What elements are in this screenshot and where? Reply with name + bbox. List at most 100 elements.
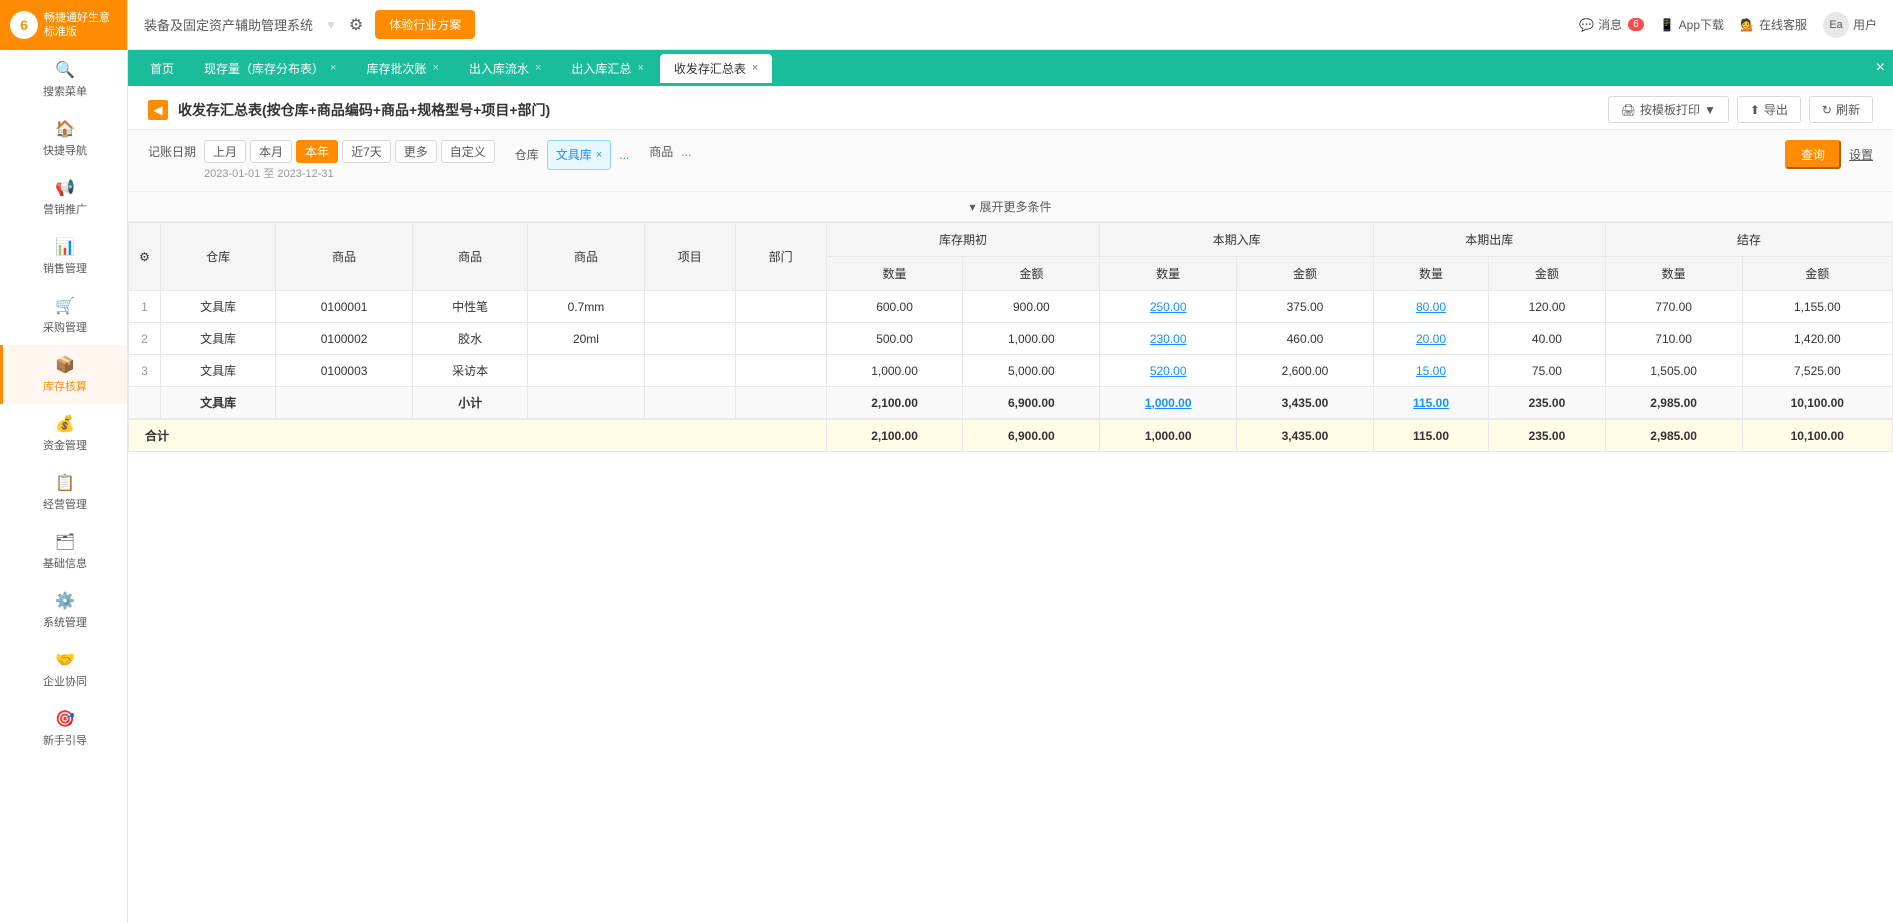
row-in-qty[interactable]: 250.00 [1100, 291, 1237, 323]
row-name: 采访本 [413, 355, 528, 387]
row-out-qty[interactable]: 80.00 [1373, 291, 1488, 323]
expand-arrow-icon: ▾ [969, 200, 975, 214]
tab-summary[interactable]: 出入库汇总× [557, 54, 657, 83]
row-out-qty[interactable]: 115.00 [1373, 387, 1488, 420]
main-area: 装备及固定资产辅助管理系统 ▼ ⚙ 体验行业方案 💬 消息 6 📱 App下载 … [128, 0, 1893, 923]
warehouse-tag-close[interactable]: × [596, 143, 602, 167]
expand-more-btn[interactable]: ▾ 展开更多条件 [969, 198, 1051, 215]
row-code [276, 387, 413, 420]
tab-close-batch[interactable]: × [432, 62, 438, 74]
tab-inventory-dist[interactable]: 现存量（库存分布表） × [190, 54, 350, 83]
sidebar-item-search[interactable]: 🔍搜索菜单 [0, 50, 127, 109]
sidebar-logo: 6 畅捷通好生意 标准版 [0, 0, 127, 50]
sidebar-item-operations[interactable]: 📋经营管理 [0, 463, 127, 522]
row-num-2: 3 [129, 355, 161, 387]
row-in-amt: 460.00 [1237, 323, 1374, 355]
sidebar-item-purchase[interactable]: 🛒采购管理 [0, 286, 127, 345]
row-out-qty-link[interactable]: 15.00 [1416, 364, 1446, 378]
app-download-btn[interactable]: 📱 App下载 [1660, 16, 1724, 33]
row-bal-qty: 2,985.00 [1605, 387, 1742, 420]
sidebar-item-enterprise[interactable]: 🤝企业协同 [0, 640, 127, 699]
sidebar-item-newbie[interactable]: 🎯新手引导 [0, 699, 127, 758]
date-btn-自定义[interactable]: 自定义 [441, 140, 495, 163]
row-name: 胶水 [413, 323, 528, 355]
col-bal-amt: 金额 [1742, 257, 1892, 291]
row-out-qty[interactable]: 15.00 [1373, 355, 1488, 387]
date-btn-更多[interactable]: 更多 [395, 140, 437, 163]
row-in-qty-link[interactable]: 230.00 [1150, 332, 1187, 346]
row-name: 小计 [413, 387, 528, 420]
row-out-qty-link[interactable]: 115.00 [1413, 396, 1449, 410]
sidebar-icon-basic: 🗂 [55, 532, 75, 552]
date-btn-本年[interactable]: 本年 [296, 140, 338, 163]
export-btn[interactable]: ⬆ 导出 [1737, 96, 1801, 123]
tab-close-receipt-summary[interactable]: × [752, 62, 758, 74]
row-in-qty[interactable]: 230.00 [1100, 323, 1237, 355]
sidebar-icon-system: ⚙️ [55, 591, 75, 611]
date-btn-本月[interactable]: 本月 [250, 140, 292, 163]
sidebar-item-system[interactable]: ⚙️系统管理 [0, 581, 127, 640]
tab-close-inventory-dist[interactable]: × [330, 62, 336, 74]
settings-link[interactable]: 设置 [1849, 146, 1873, 163]
sidebar-icon-enterprise: 🤝 [55, 650, 75, 670]
sidebar-item-marketing[interactable]: 📢营销推广 [0, 168, 127, 227]
date-btn-上月[interactable]: 上月 [204, 140, 246, 163]
logo-text: 畅捷通好生意 标准版 [44, 11, 110, 40]
row-in-qty-link[interactable]: 1,000.00 [1145, 396, 1192, 410]
row-num-1: 2 [129, 323, 161, 355]
tab-close-flow[interactable]: × [535, 62, 541, 74]
tab-flow[interactable]: 出入库流水× [455, 54, 555, 83]
sidebar-icon-search: 🔍 [55, 60, 75, 80]
row-in-qty-link[interactable]: 250.00 [1150, 300, 1187, 314]
user-btn[interactable]: Ea 用户 [1823, 12, 1877, 38]
sidebar-nav: 🔍搜索菜单🏠快捷导航📢营销推广📊销售管理🛒采购管理📦库存核算💰资金管理📋经营管理… [0, 50, 127, 923]
refresh-btn[interactable]: ↻ 刷新 [1809, 96, 1873, 123]
col-settings[interactable]: ⚙ [129, 223, 161, 291]
warehouse-more[interactable]: ... [619, 143, 629, 167]
tab-batch[interactable]: 库存批次账× [352, 54, 452, 83]
tab-home[interactable]: 首页 [136, 54, 188, 83]
online-service-btn[interactable]: 💁 在线客服 [1740, 16, 1807, 33]
footer-in-qty: 1,000.00 [1100, 419, 1237, 452]
tab-close-summary[interactable]: × [637, 62, 643, 74]
row-init-qty: 600.00 [826, 291, 963, 323]
row-out-qty[interactable]: 20.00 [1373, 323, 1488, 355]
row-name: 中性笔 [413, 291, 528, 323]
sidebar-item-sales[interactable]: 📊销售管理 [0, 227, 127, 286]
sidebar-item-inventory[interactable]: 📦库存核算 [0, 345, 127, 404]
print-btn[interactable]: 🖨 按模板打印 ▼ [1608, 96, 1729, 123]
row-warehouse: 文具库 [161, 387, 276, 420]
notification-btn[interactable]: 💬 消息 6 [1579, 16, 1644, 33]
row-in-qty[interactable]: 520.00 [1100, 355, 1237, 387]
date-label: 记账日期 [148, 140, 196, 164]
query-button[interactable]: 查询 [1785, 140, 1841, 169]
table-container: ⚙ 仓库 商品 商品 商品 项目 部门 库存期初 本期入库 本期出库 结存 数量 [128, 222, 1893, 923]
table-row: 2文具库0100002胶水20ml500.001,000.00230.00460… [129, 323, 1893, 355]
sidebar-item-quick-nav[interactable]: 🏠快捷导航 [0, 109, 127, 168]
date-range: 2023-01-01 至 2023-12-31 [204, 165, 495, 181]
row-in-qty-link[interactable]: 520.00 [1150, 364, 1187, 378]
row-bal-qty: 1,505.00 [1605, 355, 1742, 387]
tab-receipt-summary[interactable]: 收发存汇总表× [660, 54, 772, 83]
goods-more[interactable]: ... [681, 140, 691, 164]
date-btn-近7天[interactable]: 近7天 [342, 140, 391, 163]
tab-bar-close-btn[interactable]: × [1876, 59, 1885, 77]
sidebar-item-finance[interactable]: 💰资金管理 [0, 404, 127, 463]
row-spec [528, 355, 645, 387]
sidebar: 6 畅捷通好生意 标准版 🔍搜索菜单🏠快捷导航📢营销推广📊销售管理🛒采购管理📦库… [0, 0, 128, 923]
row-out-qty-link[interactable]: 80.00 [1416, 300, 1446, 314]
row-in-qty[interactable]: 1,000.00 [1100, 387, 1237, 420]
export-icon: ⬆ [1750, 103, 1760, 117]
trial-button[interactable]: 体验行业方案 [375, 10, 475, 39]
row-out-amt: 40.00 [1489, 323, 1606, 355]
row-out-qty-link[interactable]: 20.00 [1416, 332, 1446, 346]
sidebar-item-basic[interactable]: 🗂基础信息 [0, 522, 127, 581]
header-settings-icon[interactable]: ⚙ [349, 15, 363, 35]
collapse-btn[interactable]: ◀ [148, 100, 168, 120]
tab-label-inventory-dist: 现存量（库存分布表） [204, 60, 324, 77]
footer-out-qty: 115.00 [1373, 419, 1488, 452]
row-init-amt: 5,000.00 [963, 355, 1100, 387]
row-init-amt: 1,000.00 [963, 323, 1100, 355]
sidebar-icon-purchase: 🛒 [55, 296, 75, 316]
row-init-qty: 2,100.00 [826, 387, 963, 420]
